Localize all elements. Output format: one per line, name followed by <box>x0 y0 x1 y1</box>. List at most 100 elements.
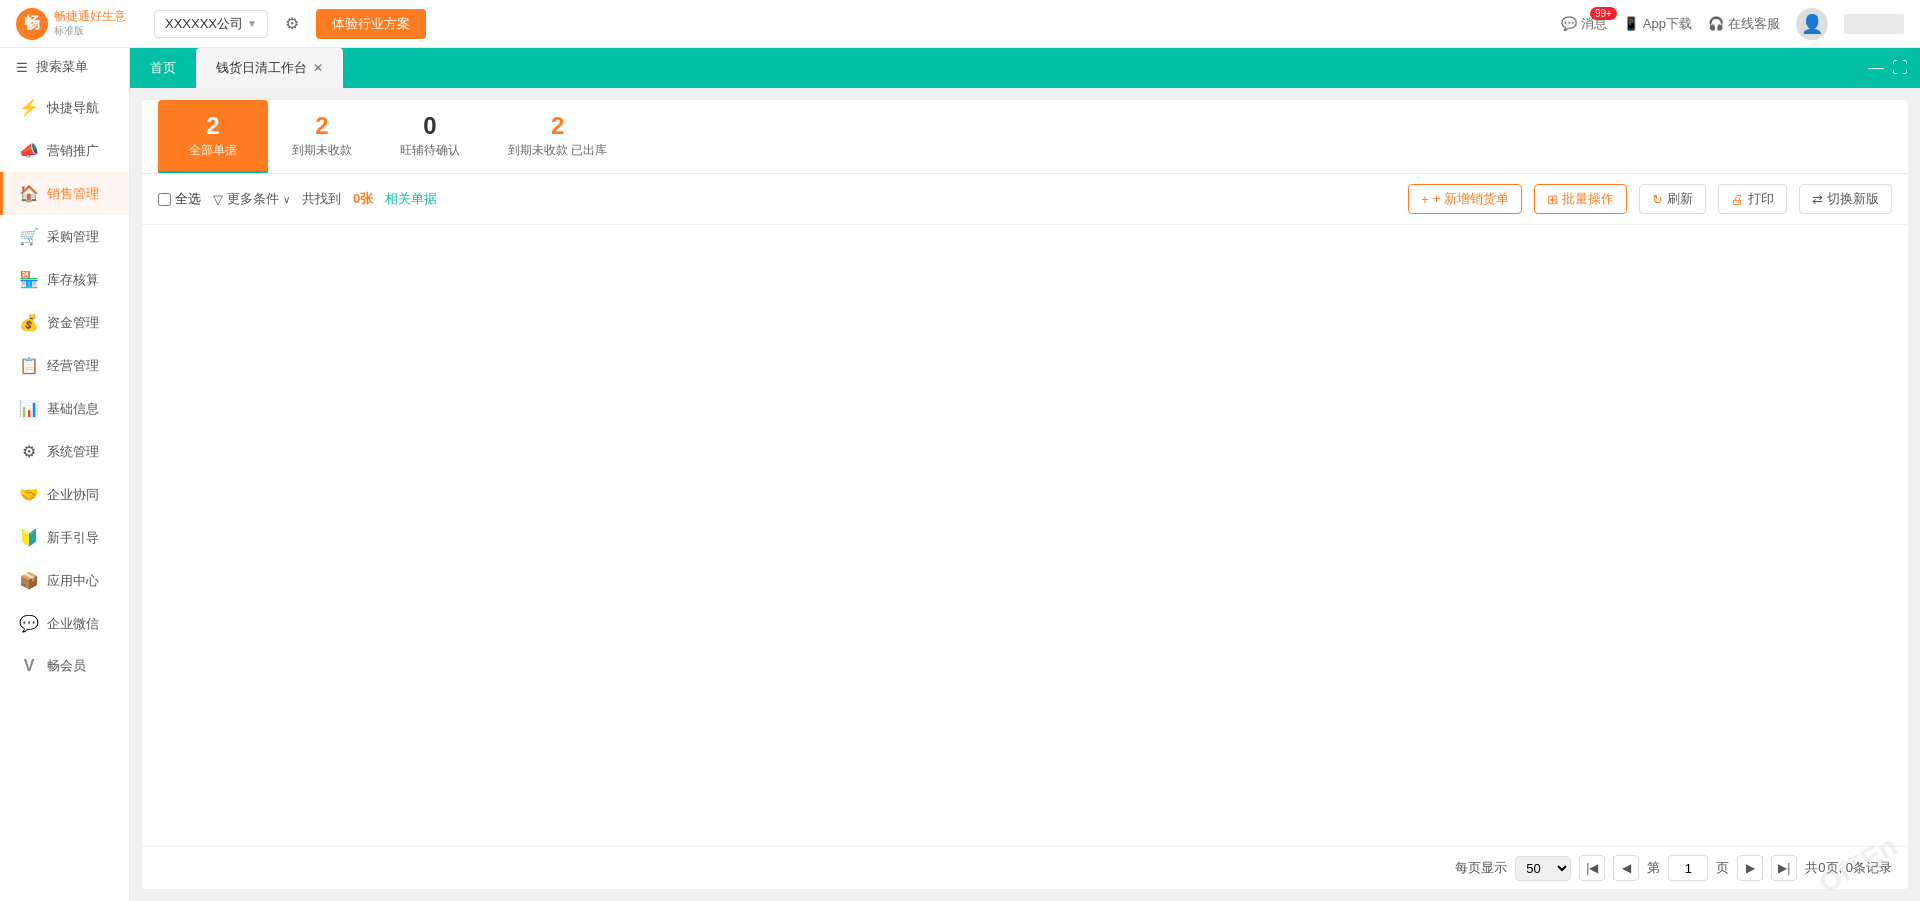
batch-operation-button[interactable]: ⊞ 批量操作 <box>1534 184 1627 214</box>
sidebar-item-inventory[interactable]: 🏪 库存核算 <box>0 258 129 301</box>
sidebar-purchase-label: 采购管理 <box>47 228 99 246</box>
logo-icon: 畅 <box>16 8 48 40</box>
sidebar-item-app-center[interactable]: 📦 应用中心 <box>0 559 129 602</box>
finance-icon: 💰 <box>19 313 39 332</box>
sidebar-wechat-label: 企业微信 <box>47 615 99 633</box>
sidebar-item-base-info[interactable]: 📊 基础信息 <box>0 387 129 430</box>
filter-button[interactable]: ▽ 更多条件 ∨ <box>213 190 290 208</box>
count-num: 0张 <box>353 190 373 208</box>
count-text-suffix[interactable]: 相关单据 <box>385 190 437 208</box>
add-label: + 新增销货单 <box>1433 190 1509 208</box>
refresh-label: 刷新 <box>1667 190 1693 208</box>
stat-tabs: 2 全部单据 2 到期未收款 0 旺辅待确认 2 到期未收款 已出库 <box>142 100 1908 174</box>
stat-all-label: 全部单据 <box>182 142 244 159</box>
stat-tab-overdue[interactable]: 2 到期未收款 <box>268 100 376 173</box>
content-panel: 2 全部单据 2 到期未收款 0 旺辅待确认 2 到期未收款 已出库 <box>142 100 1908 889</box>
base-info-icon: 📊 <box>19 399 39 418</box>
wechat-icon: 💬 <box>19 614 39 633</box>
marketing-icon: 📣 <box>19 141 39 160</box>
company-selector[interactable]: XXXXXX公司 ▼ <box>154 10 268 38</box>
sidebar-item-finance[interactable]: 💰 资金管理 <box>0 301 129 344</box>
app-center-icon: 📦 <box>19 571 39 590</box>
stat-overdue-num: 2 <box>292 112 352 140</box>
sidebar-item-member[interactable]: V 畅会员 <box>0 645 129 687</box>
tab-work-table-label: 钱货日清工作台 <box>216 59 307 77</box>
prev-page-button[interactable]: ◀ <box>1613 855 1639 881</box>
sidebar-app-center-label: 应用中心 <box>47 572 99 590</box>
purchase-icon: 🛒 <box>19 227 39 246</box>
message-badge: 99+ <box>1590 7 1617 20</box>
next-page-button[interactable]: ▶ <box>1737 855 1763 881</box>
print-button[interactable]: 🖨 打印 <box>1718 184 1787 214</box>
sidebar-item-guide[interactable]: 🔰 新手引导 <box>0 516 129 559</box>
system-icon: ⚙ <box>19 442 39 461</box>
sidebar-item-wechat[interactable]: 💬 企业微信 <box>0 602 129 645</box>
refresh-button[interactable]: ↻ 刷新 <box>1639 184 1706 214</box>
sidebar-base-info-label: 基础信息 <box>47 400 99 418</box>
stat-tab-all[interactable]: 2 全部单据 <box>158 100 268 173</box>
page-size-label: 每页显示 <box>1455 859 1507 877</box>
tab-close-icon[interactable]: ✕ <box>313 61 323 75</box>
switch-version-button[interactable]: ⇄ 切换新版 <box>1799 184 1892 214</box>
sidebar-item-marketing[interactable]: 📣 营销推广 <box>0 129 129 172</box>
tab-home[interactable]: 首页 <box>130 48 196 88</box>
stat-tab-overdue-shipped[interactable]: 2 到期未收款 已出库 <box>484 100 631 173</box>
sidebar-item-purchase[interactable]: 🛒 采购管理 <box>0 215 129 258</box>
username-display <box>1844 14 1904 34</box>
logo-sub: 标准版 <box>54 24 126 38</box>
tab-maximize-icon[interactable]: ⛶ <box>1892 59 1908 77</box>
enterprise-icon: 🤝 <box>19 485 39 504</box>
sidebar-finance-label: 资金管理 <box>47 314 99 332</box>
stat-overdue-label: 到期未收款 <box>292 142 352 159</box>
batch-label: 批量操作 <box>1562 190 1614 208</box>
last-page-button[interactable]: ▶| <box>1771 855 1797 881</box>
inventory-icon: 🏪 <box>19 270 39 289</box>
switch-label: 切换新版 <box>1827 190 1879 208</box>
sidebar-item-system[interactable]: ⚙ 系统管理 <box>0 430 129 473</box>
sidebar-sales-label: 销售管理 <box>47 185 99 203</box>
sidebar-quick-nav-label: 快捷导航 <box>47 99 99 117</box>
stat-overdue-shipped-label: 到期未收款 已出库 <box>508 142 607 159</box>
select-all-checkbox-label[interactable]: 全选 <box>158 190 201 208</box>
total-info: 共0页, 0条记录 <box>1805 859 1892 877</box>
sidebar-item-operations[interactable]: 📋 经营管理 <box>0 344 129 387</box>
member-icon: V <box>19 657 39 675</box>
stat-tab-pending[interactable]: 0 旺辅待确认 <box>376 100 484 173</box>
header: 畅 畅捷通好生意 标准版 XXXXXX公司 ▼ ⚙ 体验行业方案 💬 消息 99… <box>0 0 1920 48</box>
select-all-label: 全选 <box>175 190 201 208</box>
sidebar: ☰ 搜索菜单 ⚡ 快捷导航 📣 营销推广 🏠 销售管理 🛒 采购管理 🏪 库存核… <box>0 48 130 901</box>
add-icon: + <box>1421 192 1429 207</box>
sidebar-item-enterprise[interactable]: 🤝 企业协同 <box>0 473 129 516</box>
table-empty-area <box>142 225 1908 846</box>
header-right: 💬 消息 99+ 📱 App下载 🎧 在线客服 👤 <box>1561 8 1904 40</box>
service-icon: 🎧 <box>1708 16 1724 31</box>
switch-icon: ⇄ <box>1812 192 1823 207</box>
message-icon: 💬 <box>1561 16 1577 31</box>
avatar[interactable]: 👤 <box>1796 8 1828 40</box>
toolbar: 全选 ▽ 更多条件 ∨ 共找到 0张 相关单据 + + 新增销货单 <box>142 174 1908 225</box>
filter-label: 更多条件 <box>227 190 279 208</box>
logo-name: 畅捷通好生意 <box>54 9 126 25</box>
message-button[interactable]: 💬 消息 99+ <box>1561 15 1607 33</box>
app-download-button[interactable]: 📱 App下载 <box>1623 15 1692 33</box>
first-page-button[interactable]: |◀ <box>1579 855 1605 881</box>
print-label: 打印 <box>1748 190 1774 208</box>
page-label-post: 页 <box>1716 859 1729 877</box>
sidebar-system-label: 系统管理 <box>47 443 99 461</box>
tab-work-table[interactable]: 钱货日清工作台 ✕ <box>196 48 343 88</box>
sidebar-guide-label: 新手引导 <box>47 529 99 547</box>
settings-icon[interactable]: ⚙ <box>276 8 308 40</box>
add-order-button[interactable]: + + 新增销货单 <box>1408 184 1522 214</box>
select-all-checkbox[interactable] <box>158 193 171 206</box>
online-service-button[interactable]: 🎧 在线客服 <box>1708 15 1780 33</box>
sidebar-item-quick-nav[interactable]: ⚡ 快捷导航 <box>0 86 129 129</box>
page-size-select[interactable]: 50 10 20 100 <box>1515 856 1571 881</box>
tab-minimize-icon[interactable]: — <box>1868 59 1884 77</box>
logo-text-block: 畅捷通好生意 标准版 <box>54 9 126 39</box>
sidebar-search-label: 搜索菜单 <box>36 58 88 76</box>
page-number-input[interactable] <box>1668 855 1708 881</box>
print-icon: 🖨 <box>1731 192 1744 207</box>
experience-button[interactable]: 体验行业方案 <box>316 9 426 39</box>
sidebar-item-search[interactable]: ☰ 搜索菜单 <box>0 48 129 86</box>
sidebar-item-sales[interactable]: 🏠 销售管理 <box>0 172 129 215</box>
